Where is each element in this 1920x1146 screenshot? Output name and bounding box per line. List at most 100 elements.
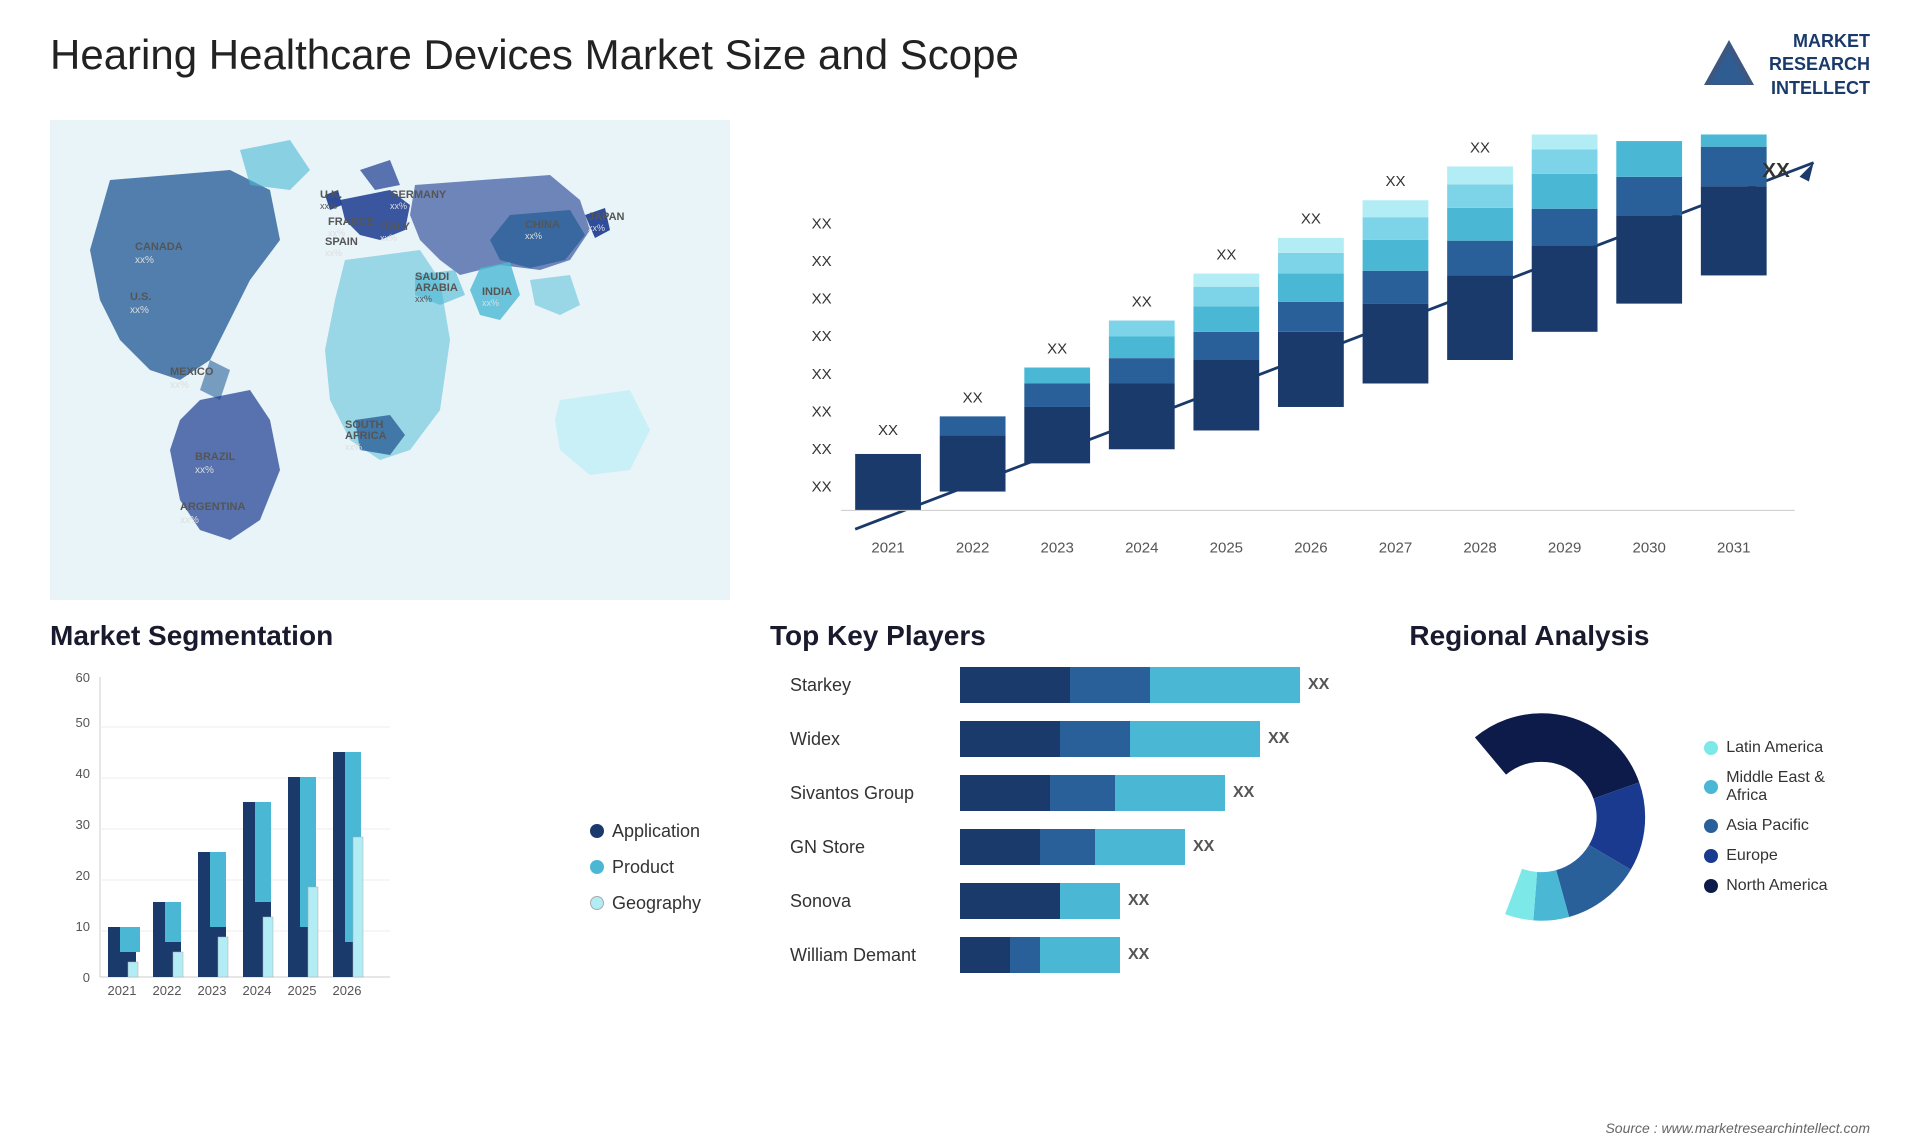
svg-text:XX: XX [1216,247,1236,264]
legend-dot-latin-america [1704,741,1718,755]
svg-text:U.S.: U.S. [130,291,151,303]
svg-text:40: 40 [76,766,90,781]
svg-text:xx%: xx% [325,248,342,258]
svg-text:XX: XX [812,441,832,458]
svg-text:2025: 2025 [288,983,317,998]
svg-text:XX: XX [1047,341,1067,358]
player-name-william: William Demant [790,945,950,966]
player-name-widex: Widex [790,729,950,750]
player-row-sivantos: Sivantos Group XX [790,775,1329,811]
svg-text:xx%: xx% [415,294,432,304]
logo-icon [1699,35,1759,95]
svg-text:INDIA: INDIA [482,286,512,298]
svg-text:2023: 2023 [1040,540,1073,557]
svg-text:XX: XX [812,328,832,345]
svg-text:xx%: xx% [130,305,149,316]
svg-text:2024: 2024 [1125,540,1158,557]
bar-seg2 [1050,775,1115,811]
legend-label-mea: Middle East & Africa [1726,769,1850,805]
svg-text:XX: XX [812,291,832,308]
donut-chart-svg [1409,667,1674,967]
legend-geography: Geography [590,893,730,914]
regional-legend: Latin America Middle East & Africa Asia … [1704,739,1850,895]
svg-text:60: 60 [76,670,90,685]
legend-label-asia-pacific: Asia Pacific [1726,817,1809,835]
svg-text:2024: 2024 [243,983,272,998]
regional-title: Regional Analysis [1409,620,1850,652]
seg-legend: Application Product Geography [590,667,730,1067]
svg-text:XX: XX [812,366,832,383]
bar-seg2 [1010,937,1040,973]
player-row-starkey: Starkey XX [790,667,1329,703]
logo-line3: INTELLECT [1769,77,1870,100]
svg-text:2025: 2025 [1210,540,1243,557]
logo-text: MARKET RESEARCH INTELLECT [1769,30,1870,100]
svg-text:xx%: xx% [195,465,214,476]
player-bar-sonova: XX [960,883,1329,919]
page-title: Hearing Healthcare Devices Market Size a… [50,30,1019,80]
svg-text:U.K.: U.K. [320,189,342,201]
svg-text:xx%: xx% [482,298,499,308]
svg-text:XX: XX [1762,159,1790,182]
svg-text:2027: 2027 [1379,540,1412,557]
player-bar-inner-william [960,937,1120,973]
player-name-sivantos: Sivantos Group [790,783,950,804]
player-bar-starkey: XX [960,667,1329,703]
svg-text:2028: 2028 [1463,540,1496,557]
player-value-gnstore: XX [1193,838,1214,856]
source-text: Source : www.marketresearchintellect.com [1605,1120,1870,1136]
svg-text:2021: 2021 [108,983,137,998]
player-row-william: William Demant XX [790,937,1329,973]
player-name-starkey: Starkey [790,675,950,696]
player-bar-inner-widex [960,721,1260,757]
legend-europe: Europe [1704,847,1850,865]
player-bar-inner-gnstore [960,829,1185,865]
bar-seg1 [960,775,1050,811]
svg-text:0: 0 [83,970,90,985]
svg-text:XX: XX [1301,211,1321,228]
bar-seg1 [960,667,1070,703]
logo-line1: MARKET [1769,30,1870,53]
legend-north-america: North America [1704,877,1850,895]
segmentation-title: Market Segmentation [50,620,730,652]
legend-dot-asia-pacific [1704,819,1718,833]
bar-seg3 [1115,775,1225,811]
seg-chart-svg: 0 10 20 30 40 50 60 [50,667,400,1027]
legend-label-europe: Europe [1726,847,1778,865]
player-value-starkey: XX [1308,676,1329,694]
svg-text:2026: 2026 [1294,540,1327,557]
player-bar-gnstore: XX [960,829,1329,865]
player-row-widex: Widex XX [790,721,1329,757]
bar-seg2 [1040,829,1095,865]
legend-mea: Middle East & Africa [1704,769,1850,805]
svg-text:xx%: xx% [525,231,542,241]
legend-product: Product [590,857,730,878]
player-value-sonova: XX [1128,892,1149,910]
player-row-gnstore: GN Store XX [790,829,1329,865]
svg-text:2026: 2026 [333,983,362,998]
svg-text:XX: XX [1132,294,1152,311]
svg-text:2031: 2031 [1717,540,1750,557]
svg-text:XX: XX [1470,140,1490,157]
legend-label-geography: Geography [612,893,701,914]
header: Hearing Healthcare Devices Market Size a… [50,30,1870,100]
legend-dot-europe [1704,849,1718,863]
bar-seg3 [1095,829,1185,865]
svg-text:XX: XX [812,479,832,496]
svg-text:30: 30 [76,817,90,832]
svg-text:xx%: xx% [588,223,605,233]
svg-text:XX: XX [1385,173,1405,190]
player-bar-william: XX [960,937,1329,973]
bar-chart-svg: XX XX XX XX XX XX XX XX XX 2021 XX 2022 [780,120,1870,600]
svg-text:xx%: xx% [135,255,154,266]
player-bar-inner-sonova [960,883,1120,919]
svg-text:JAPAN: JAPAN [588,211,625,223]
svg-text:20: 20 [76,868,90,883]
world-map: CANADA xx% U.S. xx% MEXICO xx% BRAZIL xx… [50,120,730,600]
svg-text:CHINA: CHINA [525,219,560,231]
player-name-sonova: Sonova [790,891,950,912]
svg-text:2022: 2022 [153,983,182,998]
bar-seg3 [1150,667,1300,703]
svg-text:XX: XX [878,422,898,439]
svg-text:XX: XX [963,389,983,406]
